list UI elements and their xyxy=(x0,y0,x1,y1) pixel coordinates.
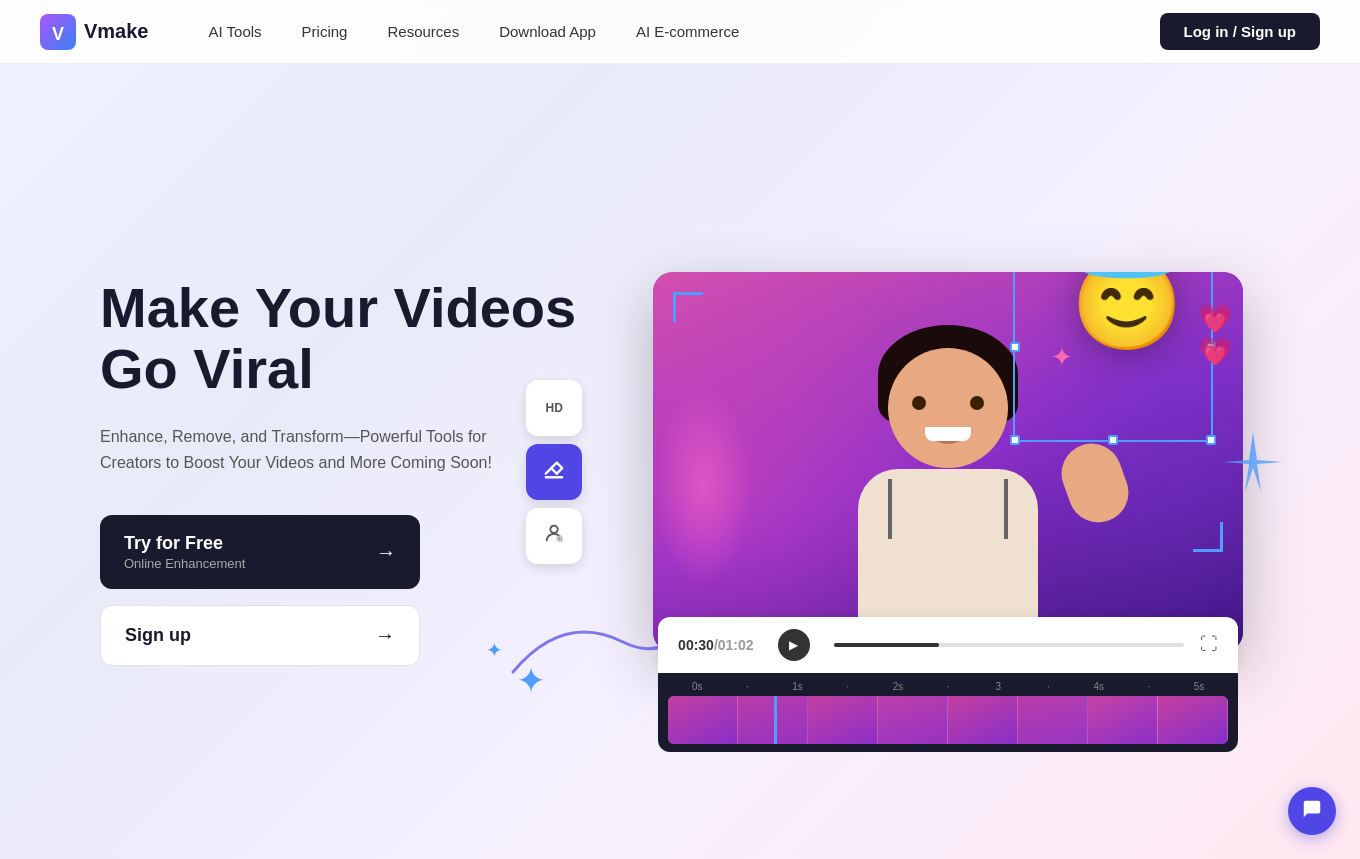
frame-6 xyxy=(1018,696,1088,744)
frame-1 xyxy=(668,696,738,744)
signup-label: Sign up xyxy=(125,625,191,646)
hero-subtitle: Enhance, Remove, and Transform—Powerful … xyxy=(100,424,520,475)
hd-tool-button[interactable]: HD xyxy=(526,380,582,436)
frame-2 xyxy=(738,696,808,744)
hero-section: Make Your Videos Go Viral Enhance, Remov… xyxy=(0,64,1360,859)
hero-content: Make Your Videos Go Viral Enhance, Remov… xyxy=(100,277,576,666)
time-current: 00:30 xyxy=(678,637,714,653)
nav-pricing[interactable]: Pricing xyxy=(302,23,348,40)
frame-3 xyxy=(808,696,878,744)
frame-4 xyxy=(878,696,948,744)
try-for-free-button[interactable]: Try for Free Online Enhancement → xyxy=(100,515,420,589)
try-arrow-icon: → xyxy=(376,541,396,564)
tick-2s: 2s xyxy=(873,681,923,692)
frame-5 xyxy=(948,696,1018,744)
logo-text: Vmake xyxy=(84,20,149,43)
svg-text:V: V xyxy=(52,24,64,44)
player-bar: 00:30/01:02 ▶ ⛶ 0s · 1s · 2s · xyxy=(658,617,1238,752)
nav-ai-ecommerce[interactable]: AI E-commerce xyxy=(636,23,739,40)
tool-sidebar: HD xyxy=(526,380,582,564)
tick-dot1: · xyxy=(722,681,772,692)
corner-br-decoration xyxy=(1193,522,1223,552)
nav-resources[interactable]: Resources xyxy=(387,23,459,40)
tick-3s: 3 xyxy=(973,681,1023,692)
heart-decorations: 💗💗 xyxy=(1198,302,1233,368)
navbar: V Vmake AI Tools Pricing Resources Downl… xyxy=(0,0,1360,64)
tick-5s: 5s xyxy=(1174,681,1224,692)
hd-icon: HD xyxy=(546,401,563,415)
person-icon xyxy=(543,522,565,550)
nav-ai-tools[interactable]: AI Tools xyxy=(209,23,262,40)
login-signup-button[interactable]: Log in / Sign up xyxy=(1160,13,1320,50)
player-controls: 00:30/01:02 ▶ ⛶ xyxy=(658,617,1238,673)
tick-dot3: · xyxy=(923,681,973,692)
frame-8 xyxy=(1158,696,1228,744)
hero-title-line2: Go Viral xyxy=(100,337,314,400)
video-container: 😇 💗💗 ✦ 00:30/01:02 ▶ ⛶ xyxy=(653,272,1243,652)
nav-links: AI Tools Pricing Resources Download App … xyxy=(209,23,1160,40)
video-preview-card: 😇 💗💗 ✦ xyxy=(653,272,1243,652)
chat-bubble-button[interactable] xyxy=(1288,787,1336,835)
try-sub-label: Online Enhancement xyxy=(124,556,245,571)
erase-icon xyxy=(543,458,565,486)
erase-tool-button[interactable] xyxy=(526,444,582,500)
blue-star-decoration xyxy=(1223,432,1283,506)
corner-tl-decoration xyxy=(673,292,703,322)
hero-title-line1: Make Your Videos xyxy=(100,276,576,339)
chat-icon xyxy=(1301,798,1323,825)
svg-point-2 xyxy=(551,525,558,532)
play-button[interactable]: ▶ xyxy=(778,629,810,661)
hero-visual: ✦ ✦ HD xyxy=(576,162,1280,782)
tick-dot4: · xyxy=(1023,681,1073,692)
frame-7 xyxy=(1088,696,1158,744)
signup-button[interactable]: Sign up → xyxy=(100,605,420,666)
bg-remove-tool-button[interactable] xyxy=(526,508,582,564)
tick-dot5: · xyxy=(1124,681,1174,692)
sparkle-decoration: ✦ xyxy=(1051,342,1073,373)
person-hand xyxy=(1053,435,1137,531)
progress-bar[interactable] xyxy=(834,643,1184,647)
try-button-text: Try for Free Online Enhancement xyxy=(124,533,245,571)
logo[interactable]: V Vmake xyxy=(40,14,149,50)
tick-dot2: · xyxy=(823,681,873,692)
angel-emoji: 😇 xyxy=(1071,272,1183,357)
tick-0s: 0s xyxy=(672,681,722,692)
tick-1s: 1s xyxy=(772,681,822,692)
hero-title: Make Your Videos Go Viral xyxy=(100,277,576,400)
timeline-bar: 0s · 1s · 2s · 3 · 4s · 5s xyxy=(658,673,1238,752)
tick-4s: 4s xyxy=(1074,681,1124,692)
timeline-frames xyxy=(668,696,1228,744)
nav-download-app[interactable]: Download App xyxy=(499,23,596,40)
try-main-label: Try for Free xyxy=(124,533,245,554)
timeline-ticks: 0s · 1s · 2s · 3 · 4s · 5s xyxy=(668,681,1228,692)
fullscreen-button[interactable]: ⛶ xyxy=(1200,634,1218,655)
time-total: 01:02 xyxy=(718,637,754,653)
person-face xyxy=(888,348,1008,468)
current-time: 00:30/01:02 xyxy=(678,637,754,653)
timeline-strip[interactable] xyxy=(668,696,1228,744)
signup-arrow-icon: → xyxy=(375,624,395,647)
